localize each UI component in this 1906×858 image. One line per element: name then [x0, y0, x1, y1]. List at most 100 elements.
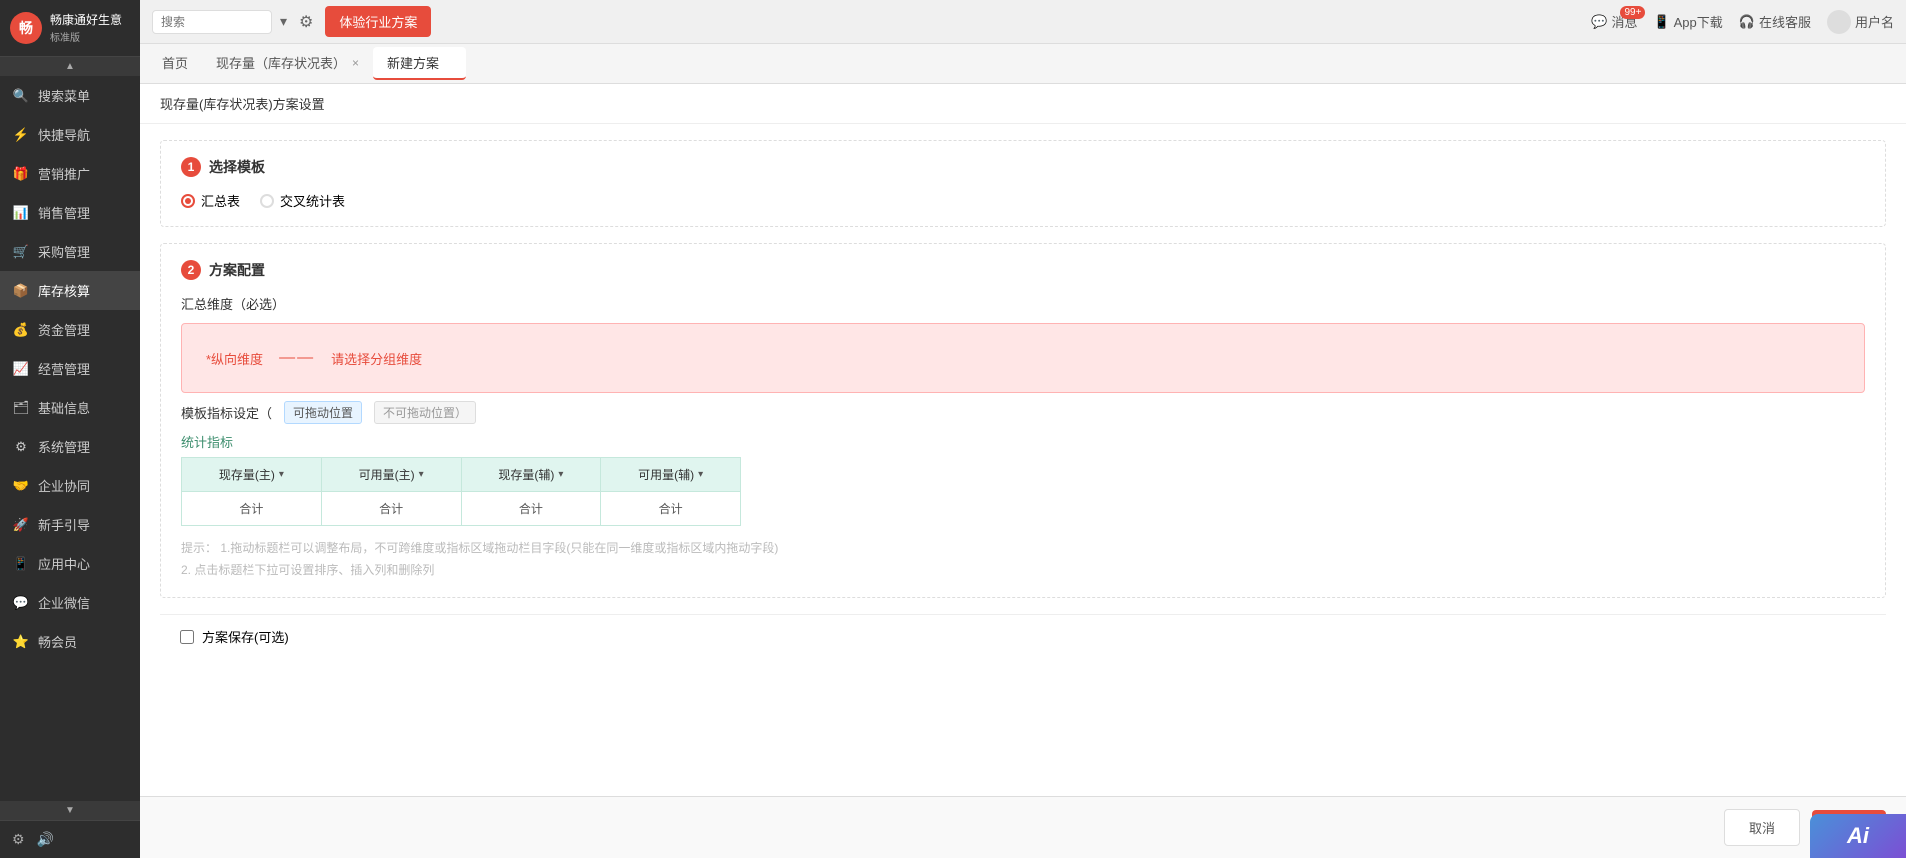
step1-section: 1 选择模板 汇总表 交叉统计表 [140, 124, 1906, 674]
dimension-box[interactable]: *纵向维度 —— 请选择分组维度 [181, 323, 1865, 393]
system-icon: ⚙ [12, 438, 30, 456]
sidebar-item-purchase[interactable]: 🛒 采购管理 [0, 232, 140, 271]
wechat-icon: 💬 [12, 594, 30, 612]
sidebar-item-membership[interactable]: ⭐ 畅会员 [0, 622, 140, 661]
sidebar-item-label: 基础信息 [38, 398, 90, 417]
search-dropdown-icon[interactable]: ▾ [280, 13, 287, 30]
tab-new-plan-close[interactable]: × [445, 56, 452, 70]
save-row: 方案保存(可选) [160, 614, 1886, 658]
col-2-chevron: ▾ [558, 469, 563, 480]
col-header-2[interactable]: 现存量(辅) ▾ [461, 458, 601, 492]
sidebar-item-inventory[interactable]: 📦 库存核算 [0, 271, 140, 310]
topbar-right: 💬 消息 99+ 📱 App下载 🎧 在线客服 用户名 [1591, 10, 1894, 34]
message-icon: 💬 [1591, 14, 1607, 30]
operations-icon: 📈 [12, 360, 30, 378]
app-center-icon: 📱 [12, 555, 30, 573]
cancel-button[interactable]: 取消 [1724, 809, 1800, 846]
sidebar-item-label: 快捷导航 [38, 125, 90, 144]
col-1-chevron: ▾ [419, 469, 424, 480]
sidebar-item-quick-nav[interactable]: ⚡ 快捷导航 [0, 115, 140, 154]
app-download-label: App下载 [1674, 12, 1723, 31]
step2-num: 2 [181, 260, 201, 280]
service-label: 在线客服 [1759, 12, 1811, 31]
sidebar-item-basic-info[interactable]: 🗂 基础信息 [0, 388, 140, 427]
sidebar-item-label: 营销推广 [38, 164, 90, 183]
online-service-button[interactable]: 🎧 在线客服 [1739, 12, 1811, 31]
sidebar-item-label: 应用中心 [38, 554, 90, 573]
sidebar-item-label: 搜索菜单 [38, 86, 90, 105]
sidebar-item-system[interactable]: ⚙ 系统管理 [0, 427, 140, 466]
tips-line2: 2. 点击标题栏下拉可设置排序、插入列和删除列 [181, 560, 1865, 582]
quick-nav-icon: ⚡ [12, 126, 30, 144]
user-name: 用户名 [1855, 12, 1894, 31]
app-name: 畅康通好生意 [50, 12, 122, 29]
message-button[interactable]: 💬 消息 99+ [1591, 12, 1637, 31]
user-profile-button[interactable]: 用户名 [1827, 10, 1894, 34]
sidebar-nav: 🔍 搜索菜单 ⚡ 快捷导航 🎁 营销推广 📊 销售管理 🛒 采购管理 📦 库存核… [0, 76, 140, 801]
app-download-button[interactable]: 📱 App下载 [1653, 12, 1722, 31]
radio-cross-circle [260, 194, 274, 208]
stats-title: 统计指标 [181, 432, 1865, 451]
search-menu-icon: 🔍 [12, 87, 30, 105]
gear-icon[interactable]: ⚙ [299, 12, 313, 32]
tab-inventory-status[interactable]: 现存量（库存状况表） × [202, 45, 373, 82]
save-checkbox[interactable] [180, 630, 194, 644]
sidebar-item-operations[interactable]: 📈 经营管理 [0, 349, 140, 388]
audio-icon[interactable]: 🔊 [37, 831, 54, 848]
user-avatar [1827, 10, 1851, 34]
radio-summary-circle [181, 194, 195, 208]
sidebar-bottom: ⚙ 🔊 [0, 820, 140, 858]
radio-cross-label: 交叉统计表 [280, 191, 345, 210]
industry-plan-button[interactable]: 体验行业方案 [325, 6, 431, 37]
sidebar-item-new-guide[interactable]: 🚀 新手引导 [0, 505, 140, 544]
new-guide-icon: 🚀 [12, 516, 30, 534]
tab-new-plan[interactable]: 新建方案 × [373, 47, 466, 80]
step1-text: 选择模板 [209, 157, 265, 177]
col-header-1[interactable]: 可用量(主) ▾ [321, 458, 461, 492]
radio-cross[interactable]: 交叉统计表 [260, 191, 345, 210]
tips-section: 提示： 1.拖动标题栏可以调整布局，不可跨维度或指标区域拖动栏目字段(只能在同一… [181, 538, 1865, 581]
step2-text: 方案配置 [209, 260, 265, 280]
indicator-label-text: 模板指标设定（ [181, 403, 272, 422]
tab-new-plan-label: 新建方案 [387, 53, 439, 72]
sales-icon: 📊 [12, 204, 30, 222]
sidebar-item-label: 企业协同 [38, 476, 90, 495]
tab-inventory-status-close[interactable]: × [352, 56, 359, 70]
step1-block: 1 选择模板 汇总表 交叉统计表 [160, 140, 1886, 227]
message-badge: 99+ [1620, 6, 1645, 19]
step1-num: 1 [181, 157, 201, 177]
search-input[interactable] [152, 10, 272, 34]
sidebar-item-label: 销售管理 [38, 203, 90, 222]
app-edition: 标准版 [50, 29, 122, 44]
col-2-label: 现存量(辅) [498, 466, 554, 483]
radio-summary[interactable]: 汇总表 [181, 191, 240, 210]
col-0-chevron: ▾ [279, 469, 284, 480]
sidebar-item-app-center[interactable]: 📱 应用中心 [0, 544, 140, 583]
headphone-icon: 🎧 [1739, 14, 1755, 30]
sidebar-item-label: 采购管理 [38, 242, 90, 261]
sidebar-item-cooperation[interactable]: 🤝 企业协同 [0, 466, 140, 505]
sidebar-item-marketing[interactable]: 🎁 营销推广 [0, 154, 140, 193]
cell-0-1: 合计 [321, 492, 461, 526]
col-header-3[interactable]: 可用量(辅) ▾ [601, 458, 741, 492]
sidebar-item-label: 库存核算 [38, 281, 90, 300]
non-draggable-badge: 不可拖动位置） [374, 401, 476, 424]
sidebar-item-wechat[interactable]: 💬 企业微信 [0, 583, 140, 622]
settings-icon[interactable]: ⚙ [12, 831, 25, 848]
tab-home[interactable]: 首页 [148, 45, 202, 82]
ai-badge[interactable]: Ai [1810, 814, 1906, 858]
sidebar-scroll-up[interactable]: ▲ [0, 57, 140, 76]
ai-label: Ai [1847, 823, 1869, 849]
sidebar-item-label: 企业微信 [38, 593, 90, 612]
sidebar-item-finance[interactable]: 💰 资金管理 [0, 310, 140, 349]
tips-line1: 提示： 1.拖动标题栏可以调整布局，不可跨维度或指标区域拖动栏目字段(只能在同一… [181, 538, 1865, 560]
col-header-0[interactable]: 现存量(主) ▾ [182, 458, 322, 492]
content-wrapper: ✕ ⛶ 现存量(库存状况表)方案设置 1 选择模板 汇总表 [140, 84, 1906, 858]
sidebar-logo: 畅 畅康通好生意 标准版 [0, 0, 140, 57]
sidebar-item-label: 畅会员 [38, 632, 77, 651]
sidebar-scroll-down[interactable]: ▼ [0, 801, 140, 820]
topbar: ▾ ⚙ 体验行业方案 💬 消息 99+ 📱 App下载 🎧 在线客服 用户名 [140, 0, 1906, 44]
sidebar-item-search-menu[interactable]: 🔍 搜索菜单 [0, 76, 140, 115]
sidebar-item-label: 资金管理 [38, 320, 90, 339]
sidebar-item-sales[interactable]: 📊 销售管理 [0, 193, 140, 232]
